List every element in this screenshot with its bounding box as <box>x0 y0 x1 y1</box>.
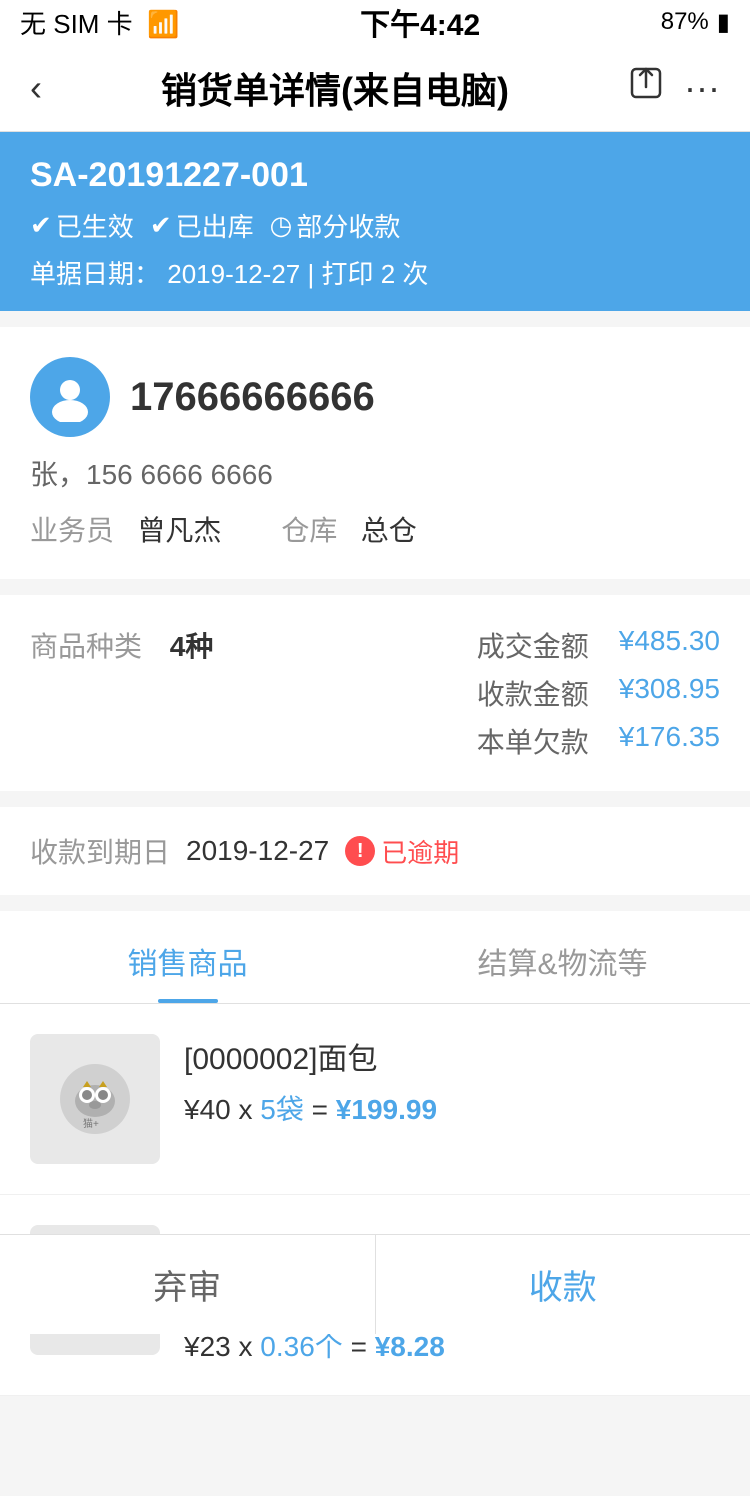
battery-percent: 87% <box>661 8 709 36</box>
deal-label: 成交金额 <box>477 625 589 665</box>
tabs-header: 销售商品 结算&物流等 <box>0 911 750 1004</box>
clock-icon: ◷ <box>270 210 293 241</box>
deal-amount: ¥485.30 <box>619 625 720 665</box>
customer-id: 17666666666 <box>130 375 375 420</box>
status-signal: 无 SIM 卡 📶 <box>20 4 180 41</box>
due-date-value: 2019-12-27 <box>186 835 329 867</box>
back-button[interactable]: ‹ <box>30 67 42 109</box>
svg-text:猫+: 猫+ <box>83 1117 99 1130</box>
sales-name: 曾凡杰 <box>137 515 221 546</box>
share-button[interactable] <box>628 65 664 110</box>
order-number: SA-20191227-001 <box>30 156 720 195</box>
print-info: | 打印 2 次 <box>307 259 428 289</box>
stats-section: 商品种类 4种 成交金额 ¥485.30 收款金额 ¥308.95 本单欠款 ¥… <box>0 595 750 791</box>
order-status-row: ✔ 已生效 ✔ 已出库 ◷ 部分收款 <box>30 207 720 244</box>
product-image-1: 猫+ <box>30 1034 160 1164</box>
check-icon-2: ✔ <box>150 210 172 241</box>
owed-label: 本单欠款 <box>477 721 589 761</box>
sales-label: 业务员 <box>30 515 114 546</box>
due-date-section: 收款到期日 2019-12-27 ! 已逾期 <box>0 807 750 895</box>
product-price-1: ¥40 x 5袋 = ¥199.99 <box>184 1088 720 1128</box>
page-title: 销货单详情(来自电脑) <box>161 62 509 114</box>
customer-contact: 张，156 6666 6666 <box>30 453 720 493</box>
received-amount: ¥308.95 <box>619 673 720 713</box>
product-qty-2: 0.36个 <box>260 1331 343 1362</box>
product-info-1: [0000002]面包 ¥40 x 5袋 = ¥199.99 <box>184 1034 720 1128</box>
list-item: 猫+ [0000002]面包 ¥40 x 5袋 = ¥199.99 <box>0 1004 750 1195</box>
product-total-1: ¥199.99 <box>336 1094 437 1125</box>
order-date-row: 单据日期： 2019-12-27 | 打印 2 次 <box>30 254 720 291</box>
due-date-label: 收款到期日 <box>30 831 170 871</box>
product-qty-1: 5袋 <box>260 1094 304 1125</box>
avatar <box>30 357 110 437</box>
status-shipped-label: 已出库 <box>176 207 254 244</box>
product-total-2: ¥8.28 <box>375 1331 445 1362</box>
status-partial: ◷ 部分收款 <box>270 207 401 244</box>
date-label: 单据日期： <box>30 259 160 289</box>
status-bar: 无 SIM 卡 📶 下午4:42 87% ▮ <box>0 0 750 44</box>
product-count: 商品种类 4种 <box>30 625 213 665</box>
more-button[interactable]: ··· <box>684 67 720 109</box>
product-type-label: 商品种类 <box>30 625 142 665</box>
stat-row-owed: 本单欠款 ¥176.35 <box>477 721 720 761</box>
warehouse-info: 仓库 总仓 <box>281 509 416 549</box>
status-active-label: 已生效 <box>56 207 134 244</box>
customer-section: 17666666666 张，156 6666 6666 业务员 曾凡杰 仓库 总… <box>0 327 750 579</box>
financial-stats: 成交金额 ¥485.30 收款金额 ¥308.95 本单欠款 ¥176.35 <box>477 625 720 761</box>
status-active: ✔ 已生效 <box>30 207 134 244</box>
status-time: 下午4:42 <box>360 0 480 44</box>
battery-icon: ▮ <box>717 8 730 37</box>
order-date-value: 2019-12-27 <box>167 259 300 289</box>
overdue-label: 已逾期 <box>381 833 459 870</box>
tab-sales[interactable]: 销售商品 <box>0 911 375 1003</box>
product-name-1: [0000002]面包 <box>184 1034 720 1078</box>
confirm-button[interactable]: 收款 <box>376 1235 750 1334</box>
status-partial-label: 部分收款 <box>296 207 400 244</box>
status-shipped: ✔ 已出库 <box>150 207 254 244</box>
received-label: 收款金额 <box>477 673 589 713</box>
owed-amount: ¥176.35 <box>619 721 720 761</box>
stat-row-deal: 成交金额 ¥485.30 <box>477 625 720 665</box>
check-icon-1: ✔ <box>30 210 52 241</box>
overdue-icon: ! <box>345 836 375 866</box>
nav-bar: ‹ 销货单详情(来自电脑) ··· <box>0 44 750 132</box>
sales-info: 业务员 曾凡杰 <box>30 509 221 549</box>
stat-row-received: 收款金额 ¥308.95 <box>477 673 720 713</box>
product-list: 猫+ [0000002]面包 ¥40 x 5袋 = ¥199.99 <box>0 1004 750 1396</box>
warehouse-label: 仓库 <box>281 515 337 546</box>
product-type-value: 4种 <box>170 625 214 665</box>
order-header: SA-20191227-001 ✔ 已生效 ✔ 已出库 ◷ 部分收款 单据日期：… <box>0 132 750 311</box>
status-battery: 87% ▮ <box>661 8 730 37</box>
nav-actions: ··· <box>628 65 720 110</box>
warehouse-name: 总仓 <box>361 515 417 546</box>
customer-meta: 业务员 曾凡杰 仓库 总仓 <box>30 509 720 549</box>
cancel-button[interactable]: 弃审 <box>0 1235 376 1334</box>
bottom-bar: 弃审 收款 <box>0 1234 750 1334</box>
tab-settlement[interactable]: 结算&物流等 <box>375 911 750 1003</box>
customer-top: 17666666666 <box>30 357 720 437</box>
overdue-badge: ! 已逾期 <box>345 833 459 870</box>
